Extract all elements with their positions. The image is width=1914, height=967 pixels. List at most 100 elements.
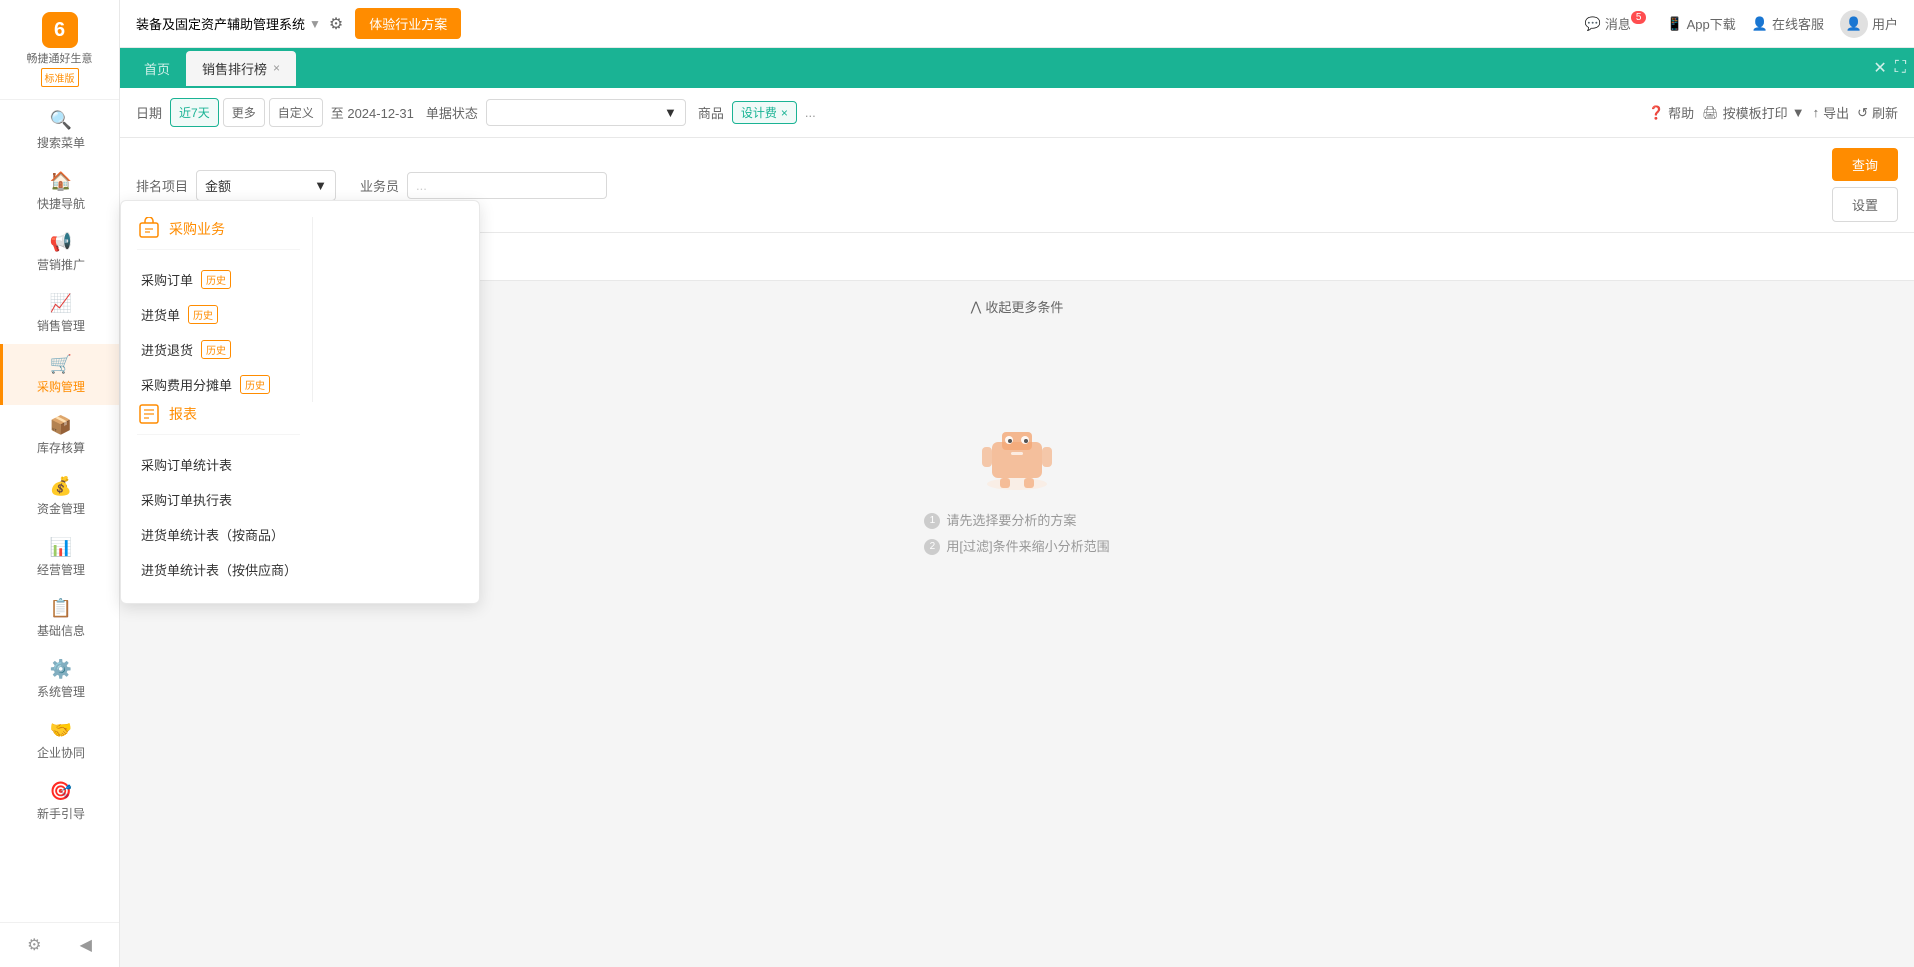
tabbar-close-icon[interactable]: ✕ [1873,58,1886,78]
topbar: 装备及固定资产辅助管理系统 ▼ ⚙ 体验行业方案 💬 消息 5 📱 App下载 … [120,0,1914,48]
sidebar-item-search[interactable]: 🔍 搜索菜单 [0,100,119,161]
user-menu-btn[interactable]: 👤 用户 [1840,10,1898,38]
online-service-btn[interactable]: 👤 在线客服 [1752,14,1824,33]
date-btn-7days[interactable]: 近7天 [170,98,219,127]
product-ellipsis: ... [805,105,816,120]
content-toolbar: 日期 近7天 更多 自定义 至 2024-12-31 单据状态 ▼ [120,88,1914,138]
print-label: 按模板打印 [1723,103,1788,122]
menu-item-order-exec[interactable]: 采购订单执行表 [137,482,300,517]
menu-item-purchase-order[interactable]: 采购订单 历史 [137,262,300,297]
rank-section: 排名项目 金额 ▼ [136,170,336,201]
salesperson-placeholder: ... [416,178,427,193]
sidebar-item-basic[interactable]: 📋 基础信息 [0,588,119,649]
sidebar-item-enterprise[interactable]: 🤝 企业协同 [0,710,119,771]
refresh-label: 刷新 [1872,103,1898,122]
salesperson-input[interactable]: ... [407,172,607,199]
product-tag-close-icon[interactable]: × [781,106,788,120]
menu-item-name: 采购费用分摊单 [141,375,232,394]
message-label: 消息 [1605,14,1631,33]
date-btn-custom[interactable]: 自定义 [269,98,323,127]
query-btn-section: 查询 设置 [1832,148,1898,222]
app-download-label: App下载 [1687,14,1736,33]
menu-col-left: 采购业务 采购订单 历史 进货单 历史 进货退货 历史 采购费用分摊单 历史 [137,217,300,402]
menu-item-order-stats[interactable]: 采购订单统计表 [137,447,300,482]
report-icon [137,402,161,426]
sidebar-item-label: 经营管理 [37,561,85,578]
sidebar-item-finance[interactable]: 💰 资金管理 [0,466,119,527]
date-btn-more[interactable]: 更多 [223,98,265,127]
sidebar-item-quick-nav[interactable]: 🏠 快捷导航 [0,161,119,222]
query-button[interactable]: 查询 [1832,148,1898,181]
report-title: 报表 [137,402,300,435]
history-badge: 历史 [240,375,270,394]
menu-item-purchase-expense[interactable]: 采购费用分摊单 历史 [137,367,300,402]
empty-illustration [967,412,1067,492]
app-download-btn[interactable]: 📱 App下载 [1666,14,1735,33]
sidebar-item-label: 搜索菜单 [37,134,85,151]
tab-home[interactable]: 首页 [128,51,186,86]
menu-item-name: 进货退货 [141,340,193,359]
service-icon: 👤 [1752,16,1768,32]
message-btn[interactable]: 💬 消息 5 [1585,14,1651,33]
system-title-select[interactable]: 装备及固定资产辅助管理系统 ▼ [136,14,321,33]
sidebar-item-inventory[interactable]: 📦 库存核算 [0,405,119,466]
tab-sales-rank[interactable]: 销售排行榜 × [186,51,296,86]
menu-item-name: 采购订单统计表 [141,455,232,474]
menu-item-name: 采购订单执行表 [141,490,232,509]
logo[interactable]: 6 畅捷通好生意 标准版 [0,0,119,100]
doc-status-arrow: ▼ [664,105,677,120]
print-icon: 🖨 [1702,105,1719,121]
doc-status-label: 单据状态 [426,103,478,122]
menu-item-return-goods[interactable]: 进货退货 历史 [137,332,300,367]
rank-value: 金额 [205,176,231,195]
chart-icon: 📈 [50,293,72,314]
menu-item-name: 采购订单 [141,270,193,289]
collapse-sidebar-icon[interactable]: ◀ [76,931,96,959]
sidebar-item-guide[interactable]: 🎯 新手引导 [0,771,119,832]
phone-icon: 📱 [1666,16,1682,32]
sidebar-item-sales[interactable]: 📈 销售管理 [0,283,119,344]
date-label: 日期 [136,103,162,122]
rank-label: 排名项目 [136,176,188,195]
sidebar-item-purchase[interactable]: 🛒 采购管理 [0,344,119,405]
menu-item-goods-in[interactable]: 进货单 历史 [137,297,300,332]
sidebar: 6 畅捷通好生意 标准版 🔍 搜索菜单 🏠 快捷导航 📢 营销推广 📈 销售管理 [0,0,120,967]
gear-icon: ⚙️ [50,659,72,680]
print-btn[interactable]: 🖨 按模板打印 ▼ [1702,103,1804,122]
settings-button[interactable]: 设置 [1832,187,1898,222]
empty-step2: 2 用[过滤]条件来缩小分析范围 [924,534,1109,560]
export-btn[interactable]: ↑ 导出 [1813,103,1850,122]
empty-step1: 1 请先选择要分析的方案 [924,508,1109,534]
rank-input[interactable]: 金额 ▼ [196,170,336,201]
tab-close-icon[interactable]: × [273,61,280,75]
help-btn[interactable]: ❓ 帮助 [1648,103,1694,122]
history-badge: 历史 [188,305,218,324]
sidebar-item-system[interactable]: ⚙️ 系统管理 [0,649,119,710]
doc-status-section: 单据状态 ▼ [426,99,686,126]
step1-text: 请先选择要分析的方案 [946,508,1076,534]
salesperson-section: 业务员 ... [360,172,607,199]
sidebar-item-label: 销售管理 [37,317,85,334]
sidebar-item-label: 资金管理 [37,500,85,517]
message-badge: 5 [1631,11,1647,24]
industry-btn[interactable]: 体验行业方案 [355,8,461,39]
sidebar-item-label: 新手引导 [37,805,85,822]
sidebar-item-marketing[interactable]: 📢 营销推广 [0,222,119,283]
logo-text: 畅捷通好生意 [27,52,93,66]
doc-status-input[interactable]: ▼ [486,99,686,126]
menu-vertical-divider [312,217,313,402]
refresh-icon: ↺ [1857,105,1868,121]
product-tag[interactable]: 设计费 × [732,101,797,124]
refresh-btn[interactable]: ↺ 刷新 [1857,103,1898,122]
topbar-settings-icon[interactable]: ⚙ [329,14,343,34]
list-icon: 📋 [50,598,72,619]
tabbar: 首页 销售排行榜 × ✕ ⛶ [120,48,1914,88]
sidebar-item-label: 系统管理 [37,683,85,700]
menu-item-goods-stats-supplier[interactable]: 进货单统计表（按供应商） [137,552,300,587]
menu-item-goods-stats-product[interactable]: 进货单统计表（按商品） [137,517,300,552]
collapse-btn[interactable]: ⋀ 收起更多条件 [971,297,1064,316]
settings-footer-icon[interactable]: ⚙ [23,931,45,959]
tabbar-expand-icon[interactable]: ⛶ [1895,59,1906,77]
sidebar-item-operation[interactable]: 📊 经营管理 [0,527,119,588]
empty-text: 1 请先选择要分析的方案 2 用[过滤]条件来缩小分析范围 [924,508,1109,560]
